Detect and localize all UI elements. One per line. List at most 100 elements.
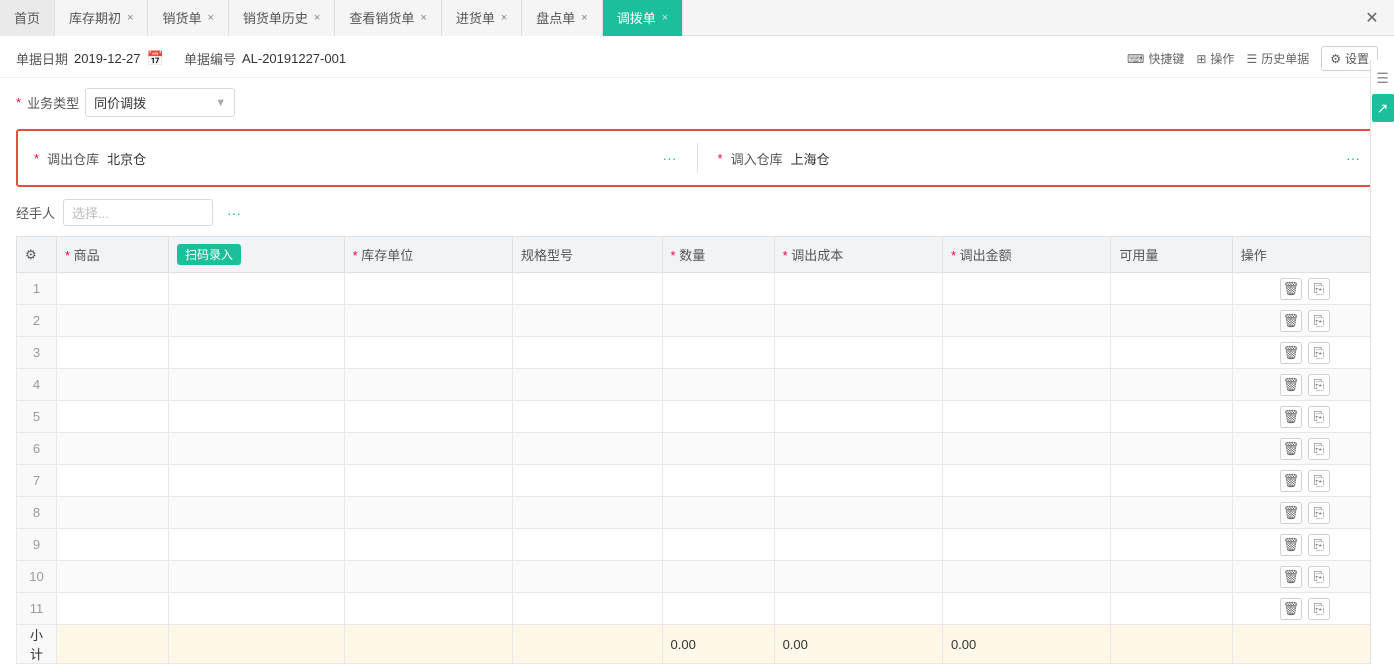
table-row: 4🗑⎘ [17, 369, 1378, 401]
header-actions: ⌨ 快捷键 ⊞ 操作 ☰ 历史单据 ⚙ 设置 [1127, 46, 1378, 71]
tab-purchase[interactable]: 进货单 × [442, 0, 522, 36]
copy-row-button[interactable]: ⎘ [1308, 406, 1330, 428]
tab-sales-history[interactable]: 销货单历史 × [229, 0, 335, 36]
business-type-select[interactable]: 同价调拨 ▼ [85, 88, 235, 117]
amount-cell[interactable] [942, 593, 1110, 625]
product-cell[interactable] [57, 497, 169, 529]
copy-row-button[interactable]: ⎘ [1308, 310, 1330, 332]
cost-cell[interactable] [774, 593, 942, 625]
copy-row-button[interactable]: ⎘ [1308, 278, 1330, 300]
cost-cell[interactable] [774, 497, 942, 529]
cost-cell[interactable] [774, 561, 942, 593]
product-cell[interactable] [57, 273, 169, 305]
subtotal-cell-2 [169, 625, 345, 664]
close-tab-stocktake[interactable]: × [581, 12, 587, 24]
amount-cell[interactable] [942, 433, 1110, 465]
business-row: * 业务类型 同价调拨 ▼ [16, 78, 1378, 125]
copy-row-button[interactable]: ⎘ [1308, 566, 1330, 588]
qty-cell[interactable] [662, 305, 774, 337]
qty-cell[interactable] [662, 273, 774, 305]
product-cell[interactable] [57, 465, 169, 497]
delete-row-button[interactable]: 🗑 [1280, 406, 1302, 428]
qty-cell[interactable] [662, 561, 774, 593]
close-tab-sales-history[interactable]: × [314, 12, 320, 24]
copy-row-button[interactable]: ⎘ [1308, 470, 1330, 492]
delete-row-button[interactable]: 🗑 [1280, 310, 1302, 332]
product-cell[interactable] [57, 561, 169, 593]
operations-action[interactable]: ⊞ 操作 [1196, 50, 1234, 67]
close-tab-view-sales[interactable]: × [420, 12, 426, 24]
delete-row-button[interactable]: 🗑 [1280, 278, 1302, 300]
copy-row-button[interactable]: ⎘ [1308, 374, 1330, 396]
product-cell[interactable] [57, 593, 169, 625]
qty-cell[interactable] [662, 529, 774, 561]
amount-cell[interactable] [942, 305, 1110, 337]
history-action[interactable]: ☰ 历史单据 [1246, 50, 1309, 67]
tab-transfer[interactable]: 调拨单 × [603, 0, 683, 36]
delete-row-button[interactable]: 🗑 [1280, 438, 1302, 460]
amount-cell[interactable] [942, 401, 1110, 433]
tab-view-sales[interactable]: 查看销货单 × [335, 0, 441, 36]
copy-row-button[interactable]: ⎘ [1308, 502, 1330, 524]
amount-cell[interactable] [942, 561, 1110, 593]
gear-header[interactable]: ⚙ [17, 237, 57, 273]
tab-sales[interactable]: 销货单 × [148, 0, 228, 36]
product-cell[interactable] [57, 401, 169, 433]
copy-row-button[interactable]: ⎘ [1308, 342, 1330, 364]
delete-row-button[interactable]: 🗑 [1280, 374, 1302, 396]
calendar-icon[interactable]: 📅 [147, 50, 164, 67]
scan-button[interactable]: 扫码录入 [177, 244, 241, 265]
qty-cell[interactable] [662, 593, 774, 625]
cost-cell[interactable] [774, 401, 942, 433]
cost-cell[interactable] [774, 433, 942, 465]
product-cell[interactable] [57, 337, 169, 369]
delete-row-button[interactable]: 🗑 [1280, 470, 1302, 492]
product-cell[interactable] [57, 369, 169, 401]
amount-cell[interactable] [942, 369, 1110, 401]
amount-cell[interactable] [942, 465, 1110, 497]
cost-cell[interactable] [774, 273, 942, 305]
cost-cell[interactable] [774, 369, 942, 401]
delete-row-button[interactable]: 🗑 [1280, 502, 1302, 524]
delete-row-button[interactable]: 🗑 [1280, 598, 1302, 620]
tab-stocktake[interactable]: 盘点单 × [522, 0, 602, 36]
delete-row-button[interactable]: 🗑 [1280, 566, 1302, 588]
sidebar-doc-icon[interactable]: ☰ [1372, 64, 1394, 92]
product-cell[interactable] [57, 433, 169, 465]
copy-row-button[interactable]: ⎘ [1308, 598, 1330, 620]
qty-cell[interactable] [662, 369, 774, 401]
copy-row-button[interactable]: ⎘ [1308, 438, 1330, 460]
tab-home[interactable]: 首页 [0, 0, 55, 36]
qty-cell[interactable] [662, 497, 774, 529]
out-warehouse-more[interactable]: ··· [663, 150, 677, 166]
product-cell[interactable] [57, 529, 169, 561]
doc-number-label: 单据编号 [184, 49, 236, 68]
amount-cell[interactable] [942, 337, 1110, 369]
qty-cell[interactable] [662, 433, 774, 465]
amount-cell[interactable] [942, 497, 1110, 529]
amount-cell[interactable] [942, 529, 1110, 561]
close-tab-purchase[interactable]: × [501, 12, 507, 24]
close-tab-sales[interactable]: × [207, 12, 213, 24]
close-tab-transfer[interactable]: × [662, 12, 668, 24]
window-close-button[interactable]: ✕ [1358, 4, 1386, 32]
product-cell[interactable] [57, 305, 169, 337]
qty-cell[interactable] [662, 465, 774, 497]
cost-cell[interactable] [774, 337, 942, 369]
handler-more[interactable]: ··· [227, 205, 241, 221]
copy-row-button[interactable]: ⎘ [1308, 534, 1330, 556]
in-warehouse-more[interactable]: ··· [1346, 150, 1360, 166]
cost-cell[interactable] [774, 529, 942, 561]
qty-cell[interactable] [662, 337, 774, 369]
cost-cell[interactable] [774, 305, 942, 337]
close-tab-inventory-init[interactable]: × [127, 12, 133, 24]
cost-cell[interactable] [774, 465, 942, 497]
tab-inventory-init[interactable]: 库存期初 × [55, 0, 148, 36]
handler-select[interactable]: 选择... [63, 199, 213, 226]
shortcut-action[interactable]: ⌨ 快捷键 [1127, 50, 1184, 67]
delete-row-button[interactable]: 🗑 [1280, 342, 1302, 364]
delete-row-button[interactable]: 🗑 [1280, 534, 1302, 556]
sidebar-expand-icon[interactable]: ↗ [1372, 94, 1394, 122]
amount-cell[interactable] [942, 273, 1110, 305]
qty-cell[interactable] [662, 401, 774, 433]
